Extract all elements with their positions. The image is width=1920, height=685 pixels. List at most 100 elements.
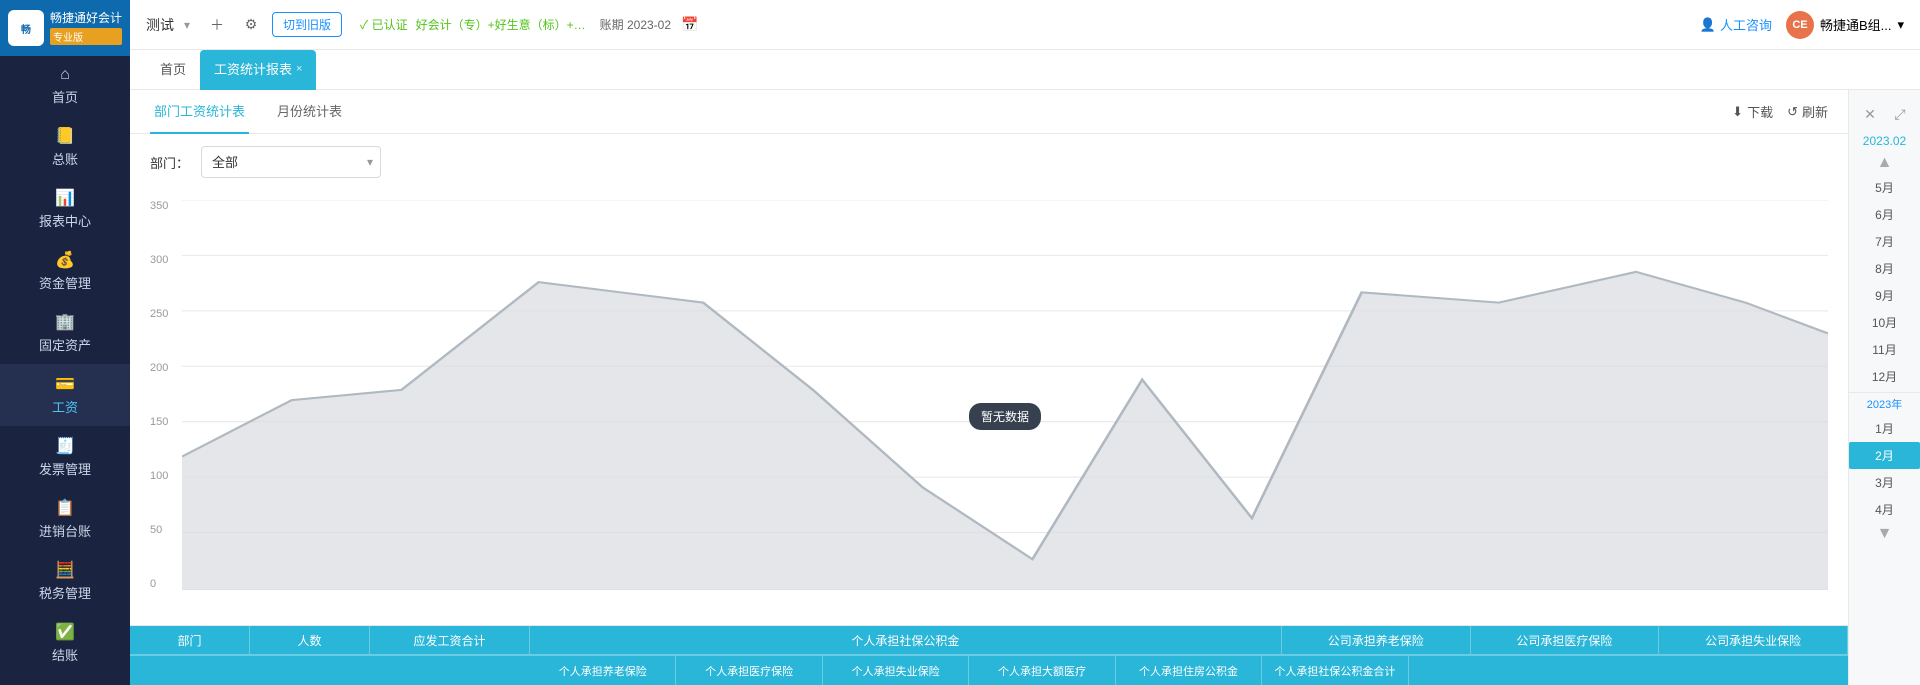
th-count: 人数 (250, 626, 370, 655)
topbar-dropdown-arrow[interactable]: ▾ (184, 18, 190, 32)
sub-tabs: 部门工资统计表 月份统计表 ⬇ 下载 ↺ 刷新 (130, 90, 1848, 134)
user-dropdown-arrow: ▾ (1897, 17, 1904, 33)
closing-icon: ✅ (55, 622, 75, 642)
th-dept: 部门 (130, 626, 250, 655)
sidebar-label-closing: 结账 (52, 645, 78, 664)
expand-panel-button[interactable]: ⤢ (1888, 102, 1912, 126)
filter-row: 部门： 全部 (130, 134, 1848, 190)
th-personal-medical: 个人承担医疗保险 (676, 656, 822, 685)
refresh-button[interactable]: ↺ 刷新 (1787, 102, 1828, 121)
y-label-200: 200 (150, 362, 168, 374)
app-logo-icon: 畅 (8, 10, 44, 46)
sidebar-item-archive[interactable]: 🗂 归档管理 (0, 674, 130, 685)
page-content: 部门工资统计表 月份统计表 ⬇ 下载 ↺ 刷新 (130, 90, 1848, 685)
refresh-icon: ↺ (1787, 104, 1798, 120)
assets-icon: 🏢 (55, 312, 75, 332)
tab-close-icon[interactable]: × (296, 63, 302, 75)
month-6[interactable]: 6月 (1849, 201, 1920, 228)
th-company-medical: 公司承担医疗保险 (1471, 626, 1660, 655)
table-bottom-row: 个人承担养老保险 个人承担医疗保险 个人承担失业保险 个人承担大额医疗 (130, 656, 1848, 685)
app-edition-badge: 专业版 (50, 28, 122, 45)
sidebar-item-salary[interactable]: 💳 工资 (0, 364, 130, 426)
sidebar-label-capital: 资金管理 (39, 273, 91, 292)
ledger-icon: 📒 (55, 126, 75, 146)
sidebar-item-reports[interactable]: 📊 报表中心 (0, 178, 130, 240)
th-personal-pension: 个人承担养老保险 (530, 656, 676, 685)
close-panel-button[interactable]: ✕ (1858, 102, 1882, 126)
sidebar-label-salary: 工资 (52, 397, 78, 416)
sidebar-label-tax: 税务管理 (39, 583, 91, 602)
y-label-150: 150 (150, 416, 168, 428)
project-name: 测试 (146, 15, 174, 35)
switch-version-button[interactable]: 切到旧版 (272, 12, 342, 37)
sidebar-label-invoice: 发票管理 (39, 459, 91, 478)
sub-tabs-right-actions: ⬇ 下载 ↺ 刷新 (1732, 102, 1828, 121)
month-3[interactable]: 3月 (1849, 469, 1920, 496)
period-label: 账期 2023-02 (600, 16, 671, 33)
topbar-status-badges: ✓ 已认证 好会计（专）+好生意（标）+… (360, 16, 586, 33)
chart-container: 350 300 250 200 150 100 50 0 (130, 190, 1848, 625)
sub-tab-monthly[interactable]: 月份统计表 (273, 90, 346, 134)
chart-svg (182, 200, 1828, 590)
month-4[interactable]: 4月 (1849, 496, 1920, 523)
th-personal-group: 个人承担社保公积金 (530, 626, 1282, 655)
reports-icon: 📊 (55, 188, 75, 208)
tax-icon: 🧮 (55, 560, 75, 580)
sidebar-item-closing[interactable]: ✅ 结账 (0, 612, 130, 674)
main-content: 测试 ▾ ＋ ⚙ 切到旧版 ✓ 已认证 好会计（专）+好生意（标）+… 账期 2… (130, 0, 1920, 685)
month-nav-up[interactable]: ▲ (1849, 152, 1920, 174)
year-2023-section: 2023年 (1849, 392, 1920, 415)
sidebar-label-assets: 固定资产 (39, 335, 91, 354)
topbar: 测试 ▾ ＋ ⚙ 切到旧版 ✓ 已认证 好会计（专）+好生意（标）+… 账期 2… (130, 0, 1920, 50)
dept-filter-select[interactable]: 全部 (201, 146, 381, 178)
sub-tab-dept[interactable]: 部门工资统计表 (150, 90, 249, 134)
download-icon: ⬇ (1732, 104, 1743, 120)
month-9[interactable]: 9月 (1849, 282, 1920, 309)
user-menu[interactable]: CE 畅捷通B组... ▾ (1786, 11, 1904, 39)
sidebar-label-reports: 报表中心 (39, 211, 91, 230)
salary-icon: 💳 (55, 374, 75, 394)
month-11[interactable]: 11月 (1849, 336, 1920, 363)
dept-filter-select-wrap[interactable]: 全部 (201, 146, 381, 178)
main-area: 部门工资统计表 月份统计表 ⬇ 下载 ↺ 刷新 (130, 90, 1848, 685)
year-display: 2023.02 (1849, 130, 1920, 152)
month-10[interactable]: 10月 (1849, 309, 1920, 336)
month-5[interactable]: 5月 (1849, 174, 1920, 201)
th-total-salary: 应发工资合计 (370, 626, 530, 655)
sidebar: 畅 畅捷通好会计 专业版 ⌂ 首页 📒 总账 📊 报表中心 💰 资金管理 🏢 固… (0, 0, 130, 685)
home-icon: ⌂ (60, 66, 70, 84)
month-8[interactable]: 8月 (1849, 255, 1920, 282)
calendar-icon[interactable]: 📅 (681, 16, 698, 33)
month-2-active[interactable]: 2月 (1849, 442, 1920, 469)
sidebar-logo: 畅 畅捷通好会计 专业版 (0, 0, 130, 56)
trade-icon: 📋 (55, 498, 75, 518)
sidebar-item-capital[interactable]: 💰 资金管理 (0, 240, 130, 302)
dept-filter-label: 部门： (150, 153, 189, 172)
y-label-300: 300 (150, 254, 168, 266)
right-panel: ✕ ⤢ 2023.02 ▲ 5月 6月 7月 8月 9月 10月 11月 12月… (1848, 90, 1920, 685)
bottom-table: 部门 人数 应发工资合计 个人承担社保公积金 (130, 625, 1848, 685)
sidebar-item-tax[interactable]: 🧮 税务管理 (0, 550, 130, 612)
tab-home[interactable]: 首页 (146, 50, 200, 90)
service-button[interactable]: 👤 人工咨询 (1700, 15, 1772, 34)
sidebar-item-invoice[interactable]: 🧾 发票管理 (0, 426, 130, 488)
month-nav-down[interactable]: ▼ (1849, 523, 1920, 545)
y-label-100: 100 (150, 470, 168, 482)
y-label-350: 350 (150, 200, 168, 212)
sidebar-item-home[interactable]: ⌂ 首页 (0, 56, 130, 116)
sidebar-item-trade[interactable]: 📋 进销台账 (0, 488, 130, 550)
certified-badge: ✓ 已认证 (360, 16, 408, 33)
month-1[interactable]: 1月 (1849, 415, 1920, 442)
service-icon: 👤 (1700, 17, 1716, 33)
sidebar-item-ledger[interactable]: 📒 总账 (0, 116, 130, 178)
tab-salary-report[interactable]: 工资统计报表 × (200, 50, 316, 90)
download-button[interactable]: ⬇ 下载 (1732, 102, 1773, 121)
sidebar-item-assets[interactable]: 🏢 固定资产 (0, 302, 130, 364)
month-7[interactable]: 7月 (1849, 228, 1920, 255)
app-name: 畅捷通好会计 (50, 11, 122, 27)
add-button[interactable]: ＋ (204, 12, 230, 38)
product-badges: 好会计（专）+好生意（标）+… (416, 16, 586, 33)
sidebar-nav: ⌂ 首页 📒 总账 📊 报表中心 💰 资金管理 🏢 固定资产 💳 工资 🧾 发票… (0, 56, 130, 685)
month-12[interactable]: 12月 (1849, 363, 1920, 390)
settings-icon-button[interactable]: ⚙ (238, 12, 264, 38)
